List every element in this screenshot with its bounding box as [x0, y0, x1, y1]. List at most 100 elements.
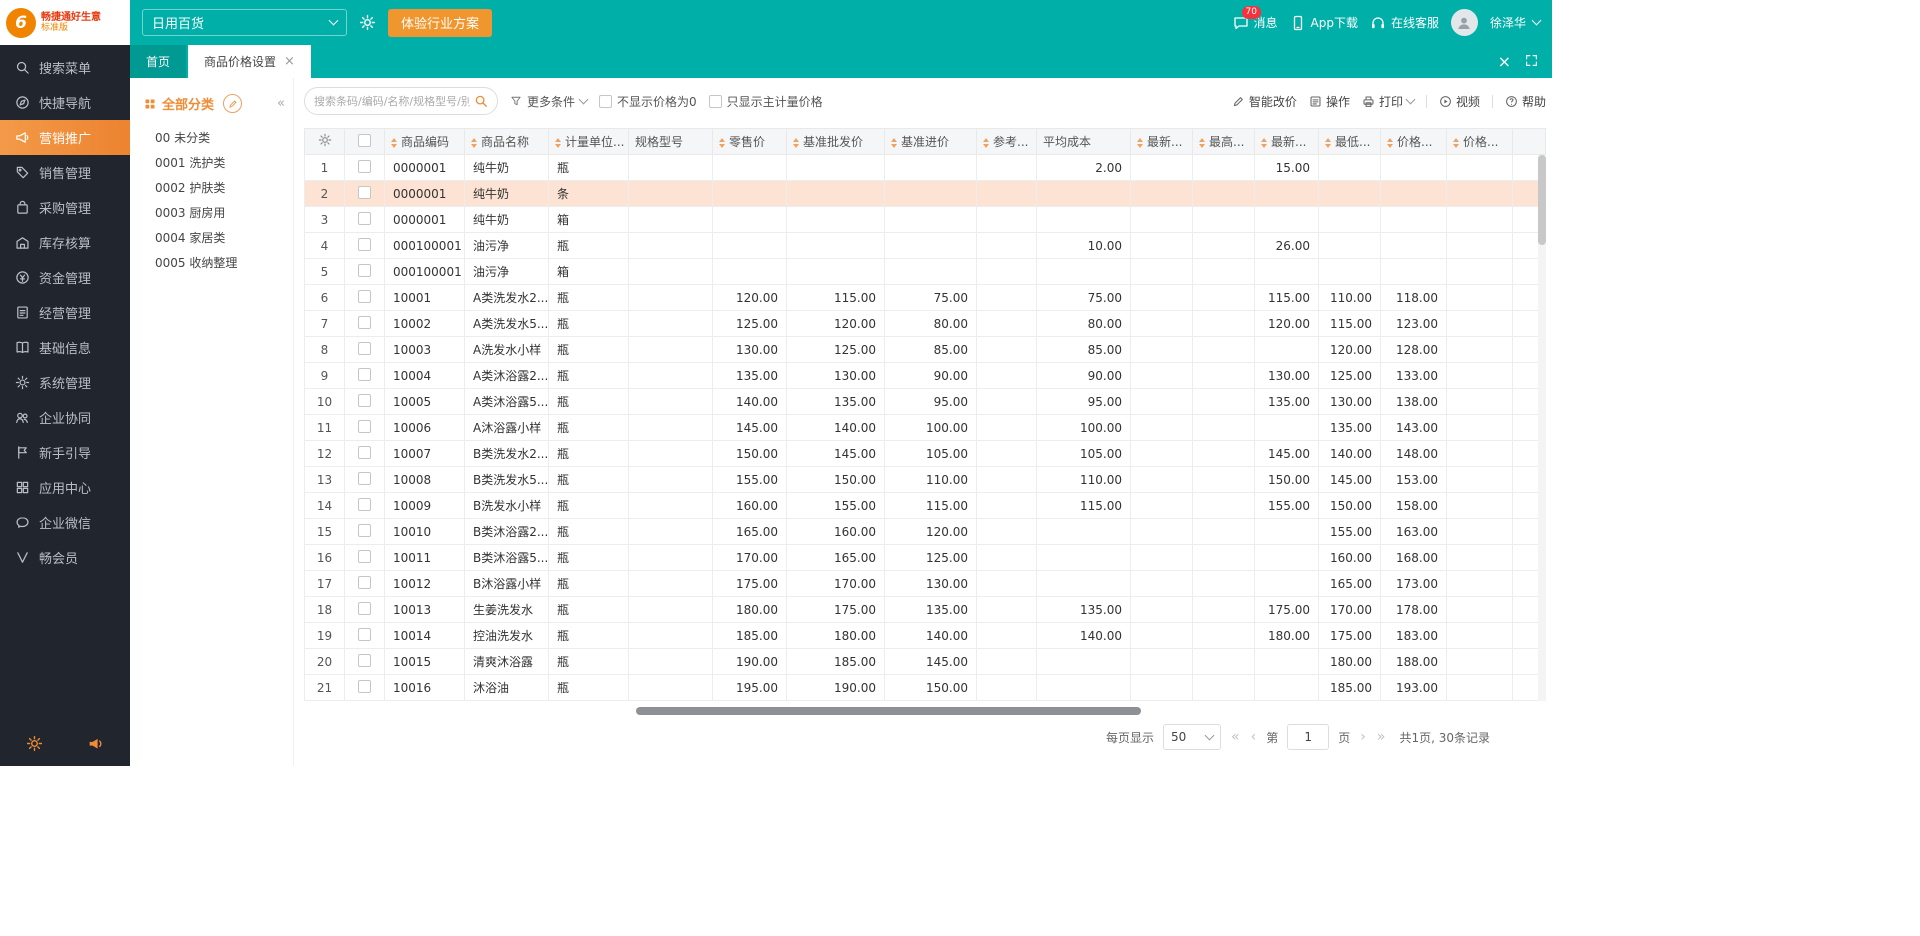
sort-icon[interactable]	[1453, 137, 1459, 148]
horizontal-scrollbar[interactable]	[304, 707, 1546, 716]
sidebar-item-资金管理[interactable]: 资金管理	[0, 260, 130, 295]
table-row[interactable]: 9 10004 A类沐浴露2... 瓶 135.00 130.00 90.00 90.00 13…	[304, 362, 1546, 389]
app-download-button[interactable]: App下载	[1290, 14, 1358, 31]
table-row[interactable]: 16 10011 B类沐浴露5... 瓶 170.00 165.00 125.00 160.0…	[304, 544, 1546, 571]
column-header-latest-1[interactable]: 最新...	[1130, 128, 1193, 155]
row-checkbox[interactable]	[358, 211, 371, 225]
table-row[interactable]: 17 10012 B沐浴露小样瓶 175.00 170.00 130.00 165.00 17…	[304, 570, 1546, 597]
table-row[interactable]: 20 10015 清爽沐浴露瓶 190.00 185.00 145.00 180.00 188…	[304, 648, 1546, 675]
industry-select[interactable]: 日用百货	[142, 9, 347, 36]
sidebar-item-采购管理[interactable]: 采购管理	[0, 190, 130, 225]
row-checkbox[interactable]	[358, 575, 371, 589]
column-header-highest[interactable]: 最高...	[1192, 128, 1255, 155]
column-header-base-purchase-price[interactable]: 基准进价	[884, 128, 977, 155]
category-item[interactable]: 0002 护肤类	[130, 176, 293, 201]
smart-reprice-button[interactable]: 智能改价	[1232, 93, 1297, 110]
video-button[interactable]: 视频	[1439, 93, 1480, 110]
operate-button[interactable]: 操作	[1309, 93, 1350, 110]
select-all-checkbox[interactable]	[358, 133, 371, 147]
column-header-retail-price[interactable]: 零售价	[712, 128, 787, 155]
row-checkbox[interactable]	[358, 185, 371, 199]
sort-icon[interactable]	[1199, 137, 1205, 148]
column-header-product-name[interactable]: 商品名称	[464, 128, 549, 155]
vertical-scrollbar-thumb[interactable]	[1538, 155, 1546, 245]
sort-icon[interactable]	[983, 137, 989, 148]
row-checkbox[interactable]	[358, 523, 371, 537]
table-row[interactable]: 4 000100001 油污净瓶 10.00 26.00	[304, 232, 1546, 259]
category-item[interactable]: 00 未分类	[130, 126, 293, 151]
row-checkbox[interactable]	[358, 627, 371, 641]
row-checkbox[interactable]	[358, 393, 371, 407]
online-service-button[interactable]: 在线客服	[1370, 14, 1439, 31]
sort-icon[interactable]	[1325, 137, 1331, 148]
column-header-price-1[interactable]: 价格...	[1380, 128, 1447, 155]
sidebar-item-系统管理[interactable]: 系统管理	[0, 365, 130, 400]
table-row[interactable]: 21 10016 沐浴油瓶 195.00 190.00 150.00 185.00 193.0…	[304, 674, 1546, 701]
sort-icon[interactable]	[1137, 137, 1143, 148]
column-header-unit[interactable]: 计量单位...	[548, 128, 629, 155]
row-checkbox[interactable]	[358, 679, 371, 693]
last-page-button[interactable]: »	[1376, 729, 1387, 745]
collapse-panel-icon[interactable]: «	[277, 96, 285, 111]
search-icon[interactable]	[474, 94, 488, 108]
sort-icon[interactable]	[391, 137, 397, 148]
table-row[interactable]: 14 10009 B洗发水小样瓶 160.00 155.00 115.00 115.00 15…	[304, 492, 1546, 519]
settings-gear-icon[interactable]	[26, 735, 43, 756]
announcement-horn-icon[interactable]	[87, 735, 104, 756]
table-row[interactable]: 7 10002 A类洗发水5... 瓶 125.00 120.00 80.00 80.00 12…	[304, 310, 1546, 337]
sidebar-item-销售管理[interactable]: 销售管理	[0, 155, 130, 190]
table-row[interactable]: 1 0000001 纯牛奶瓶 2.00 15.00	[304, 154, 1546, 181]
column-header-avg-cost[interactable]: 平均成本	[1036, 128, 1131, 155]
topbar-gear-icon[interactable]	[359, 14, 376, 31]
close-tab-icon[interactable]: ×	[284, 54, 295, 69]
row-checkbox[interactable]	[358, 159, 371, 173]
sort-icon[interactable]	[719, 137, 725, 148]
table-row[interactable]: 11 10006 A沐浴露小样瓶 145.00 140.00 100.00 100.00 13…	[304, 414, 1546, 441]
row-checkbox[interactable]	[358, 471, 371, 485]
row-checkbox[interactable]	[358, 445, 371, 459]
edit-categories-icon[interactable]	[223, 94, 243, 113]
row-checkbox[interactable]	[358, 341, 371, 355]
trial-industry-button[interactable]: 体验行业方案	[388, 8, 493, 37]
page-input[interactable]	[1287, 724, 1330, 750]
column-header-spec-model[interactable]: 规格型号	[628, 128, 713, 155]
table-row[interactable]: 5 000100001 油污净箱	[304, 258, 1546, 285]
sidebar-item-营销推广[interactable]: 营销推广	[0, 120, 130, 155]
tab-home[interactable]: 首页	[130, 45, 187, 78]
sidebar-item-搜索菜单[interactable]: 搜索菜单	[0, 50, 130, 85]
table-row[interactable]: 3 0000001 纯牛奶箱	[304, 206, 1546, 233]
sidebar-item-畅会员[interactable]: 畅会员	[0, 540, 130, 575]
sidebar-item-基础信息[interactable]: 基础信息	[0, 330, 130, 365]
tab-product-price-settings[interactable]: 商品价格设置 ×	[188, 45, 311, 78]
sort-icon[interactable]	[1387, 137, 1393, 148]
category-item[interactable]: 0005 收纳整理	[130, 251, 293, 276]
hide-zero-price-checkbox[interactable]: 不显示价格为0	[599, 93, 697, 110]
table-row[interactable]: 18 10013 生姜洗发水瓶 180.00 175.00 135.00 135.00 175…	[304, 596, 1546, 623]
table-row[interactable]: 19 10014 控油洗发水瓶 185.00 180.00 140.00 140.00 180…	[304, 622, 1546, 649]
sort-icon[interactable]	[793, 137, 799, 148]
table-row[interactable]: 8 10003 A洗发水小样瓶 130.00 125.00 85.00 85.00 120.0…	[304, 336, 1546, 363]
column-header-base-wholesale-price[interactable]: 基准批发价	[786, 128, 885, 155]
only-main-unit-checkbox[interactable]: 只显示主计量价格	[708, 93, 823, 110]
row-checkbox[interactable]	[358, 315, 371, 329]
help-button[interactable]: 帮助	[1505, 93, 1546, 110]
category-item[interactable]: 0003 厨房用	[130, 201, 293, 226]
row-checkbox[interactable]	[358, 549, 371, 563]
next-page-button[interactable]: ›	[1359, 729, 1367, 745]
column-header-lowest[interactable]: 最低...	[1318, 128, 1381, 155]
per-page-select[interactable]: 50	[1163, 724, 1222, 750]
row-checkbox[interactable]	[358, 601, 371, 615]
user-menu[interactable]: 徐泽华	[1490, 14, 1542, 31]
sidebar-item-企业微信[interactable]: 企业微信	[0, 505, 130, 540]
row-checkbox[interactable]	[358, 263, 371, 277]
sidebar-item-快捷导航[interactable]: 快捷导航	[0, 85, 130, 120]
column-header-product-code[interactable]: 商品编码	[384, 128, 465, 155]
column-header-reference[interactable]: 参考...	[976, 128, 1037, 155]
column-header-latest-2[interactable]: 最新...	[1254, 128, 1319, 155]
close-icon[interactable]: ×	[1498, 53, 1511, 70]
row-checkbox[interactable]	[358, 419, 371, 433]
fullscreen-icon[interactable]	[1525, 52, 1538, 71]
horizontal-scrollbar-thumb[interactable]	[636, 707, 1141, 715]
prev-page-button[interactable]: ‹	[1250, 729, 1258, 745]
sidebar-item-经营管理[interactable]: 经营管理	[0, 295, 130, 330]
